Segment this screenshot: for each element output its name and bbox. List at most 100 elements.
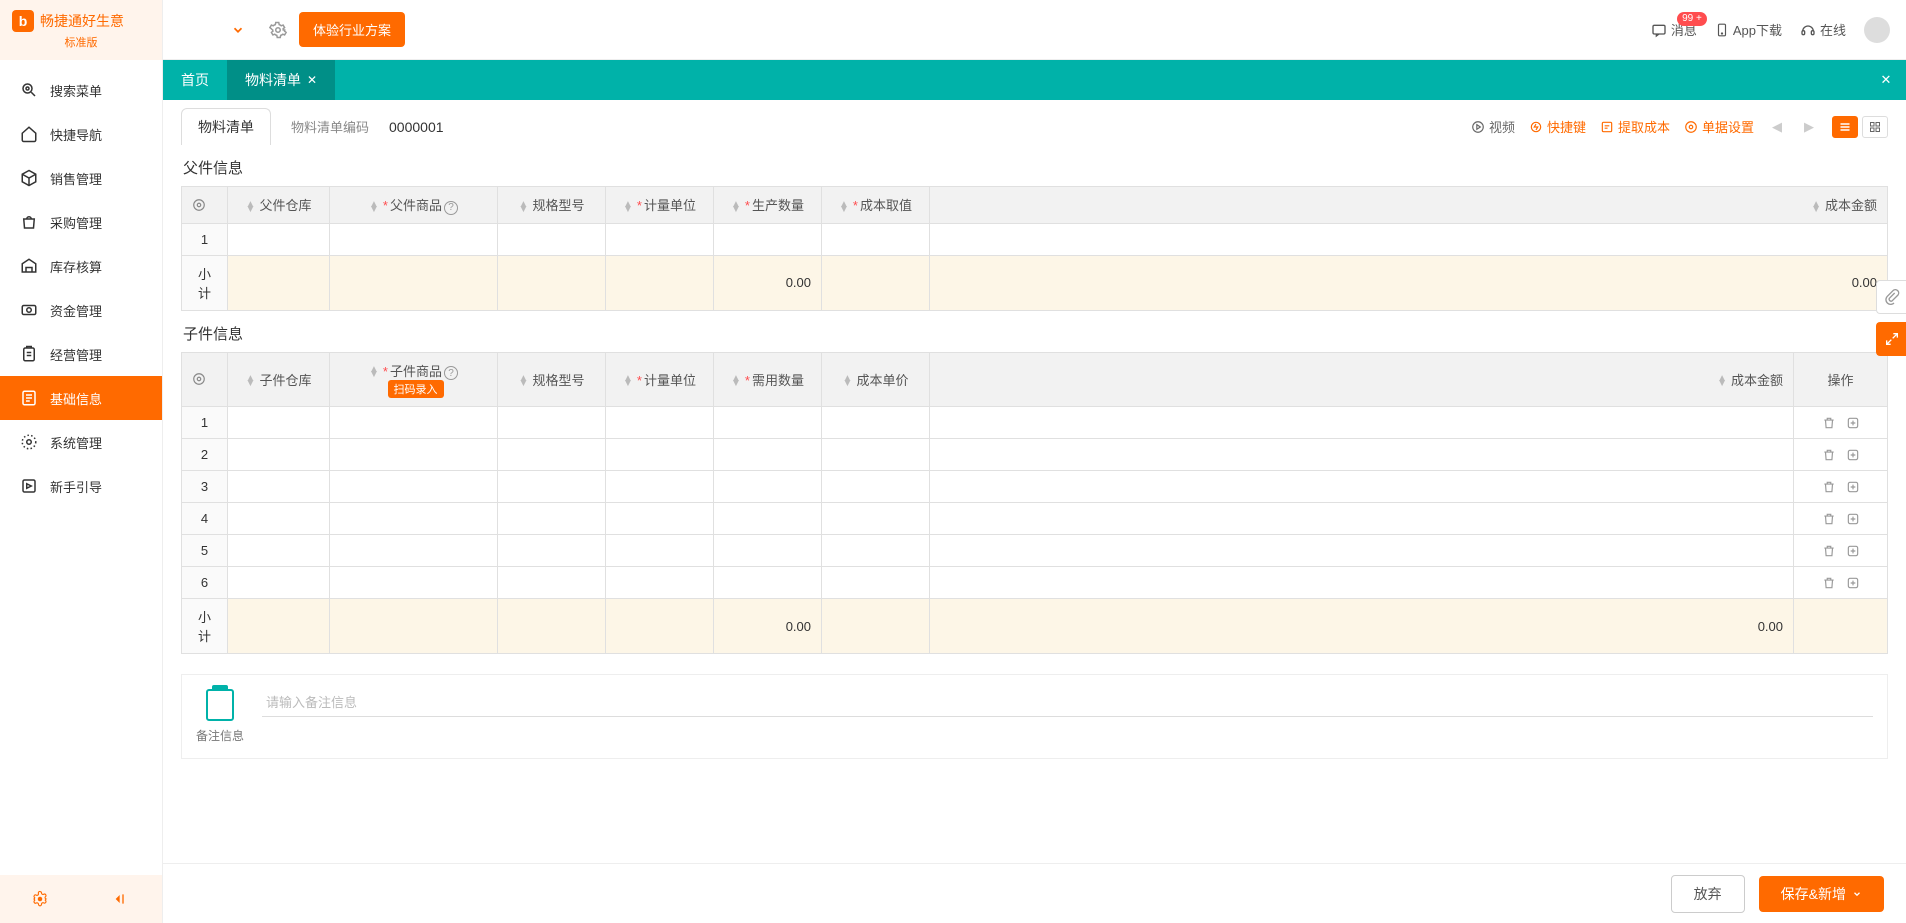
delete-row-icon[interactable] (1822, 416, 1836, 430)
settings-icon[interactable] (31, 890, 49, 908)
delete-row-icon[interactable] (1822, 480, 1836, 494)
toolbar-tab[interactable]: 物料清单 (181, 108, 271, 145)
attachment-floater[interactable] (1876, 280, 1906, 314)
help-icon[interactable]: ? (444, 366, 458, 380)
sidebar-item-guide[interactable]: 新手引导 (0, 464, 162, 508)
sort-icon: ▲▼ (731, 376, 741, 386)
scan-input-badge[interactable]: 扫码录入 (388, 380, 444, 398)
chevron-down-icon (231, 23, 245, 37)
column-config-icon[interactable] (182, 187, 228, 224)
child-col-unit[interactable]: ▲▼*计量单位 (606, 352, 714, 407)
child-col-warehouse[interactable]: ▲▼子件仓库 (228, 352, 330, 407)
video-link[interactable]: 视频 (1471, 117, 1515, 136)
child-col-qty[interactable]: ▲▼*需用数量 (714, 352, 822, 407)
child-col-amount[interactable]: ▲▼成本金额 (930, 352, 1794, 407)
prev-bill-icon[interactable]: ◀ (1768, 119, 1786, 135)
logo-icon: b (12, 10, 34, 32)
sidebar-item-quicknav[interactable]: 快捷导航 (0, 112, 162, 156)
discard-button[interactable]: 放弃 (1671, 875, 1745, 913)
save-new-button[interactable]: 保存&新增 (1759, 876, 1884, 912)
sidebar-item-basic[interactable]: 基础信息 (0, 376, 162, 420)
app-download-link[interactable]: App下载 (1715, 20, 1782, 39)
table-row[interactable]: 4 (182, 503, 1888, 535)
delete-row-icon[interactable] (1822, 448, 1836, 462)
header: 体验行业方案 消息 99 + App下载 在线 (163, 0, 1906, 60)
sidebar-item-label: 采购管理 (50, 213, 102, 232)
child-section-title: 子件信息 (181, 311, 1888, 352)
footer: 放弃 保存&新增 (163, 863, 1906, 923)
parent-col-unit[interactable]: ▲▼*计量单位 (606, 187, 714, 224)
sidebar-item-system[interactable]: 系统管理 (0, 420, 162, 464)
book-icon (20, 477, 38, 495)
messages-link[interactable]: 消息 99 + (1651, 20, 1697, 39)
table-row[interactable]: 6 (182, 567, 1888, 599)
view-grid-button[interactable] (1862, 116, 1888, 138)
sort-icon: ▲▼ (623, 202, 633, 212)
expand-floater[interactable] (1876, 322, 1906, 356)
parent-col-product[interactable]: ▲▼*父件商品? (330, 187, 498, 224)
remarks-label: 备注信息 (196, 727, 244, 744)
parent-col-qty[interactable]: ▲▼*生产数量 (714, 187, 822, 224)
warehouse-icon (20, 257, 38, 275)
column-config-icon[interactable] (182, 352, 228, 407)
sort-icon: ▲▼ (246, 202, 256, 212)
sidebar-item-funds[interactable]: 资金管理 (0, 288, 162, 332)
online-label: 在线 (1820, 20, 1846, 39)
experience-button[interactable]: 体验行业方案 (299, 12, 405, 47)
next-bill-icon[interactable]: ▶ (1800, 119, 1818, 135)
add-row-icon[interactable] (1846, 448, 1860, 462)
table-row[interactable]: 1 (182, 223, 1888, 255)
sort-icon: ▲▼ (369, 367, 379, 377)
parent-col-cost-method[interactable]: ▲▼*成本取值 (822, 187, 930, 224)
close-all-tabs[interactable]: ✕ (1866, 72, 1906, 88)
online-support-link[interactable]: 在线 (1800, 20, 1846, 39)
child-subtotal-amount: 0.00 (930, 599, 1794, 654)
table-row[interactable]: 5 (182, 535, 1888, 567)
parent-col-amount[interactable]: ▲▼成本金额 (930, 187, 1888, 224)
add-row-icon[interactable] (1846, 480, 1860, 494)
sidebar-menu: 搜索菜单 快捷导航 销售管理 采购管理 (0, 60, 162, 875)
header-gear-icon[interactable] (269, 21, 287, 39)
add-row-icon[interactable] (1846, 544, 1860, 558)
row-index: 5 (182, 535, 228, 567)
parent-col-spec[interactable]: ▲▼规格型号 (498, 187, 606, 224)
remarks-input[interactable] (262, 689, 1873, 717)
sidebar-item-manage[interactable]: 经营管理 (0, 332, 162, 376)
money-icon (20, 301, 38, 319)
child-subtotal-qty: 0.00 (714, 599, 822, 654)
table-row[interactable]: 2 (182, 439, 1888, 471)
toolbar: 物料清单 物料清单编码 0000001 视频 快捷键 提取成本 (163, 100, 1906, 145)
sidebar-item-search[interactable]: 搜索菜单 (0, 68, 162, 112)
child-col-product[interactable]: ▲▼*子件商品?扫码录入 (330, 352, 498, 407)
sidebar-item-inventory[interactable]: 库存核算 (0, 244, 162, 288)
close-icon[interactable]: ✕ (307, 73, 317, 87)
tab-label: 首页 (181, 70, 209, 90)
add-row-icon[interactable] (1846, 416, 1860, 430)
delete-row-icon[interactable] (1822, 512, 1836, 526)
user-avatar[interactable] (1864, 17, 1890, 43)
tab-home[interactable]: 首页 (163, 60, 227, 100)
tab-bom[interactable]: 物料清单 ✕ (227, 60, 335, 100)
table-row[interactable]: 3 (182, 471, 1888, 503)
delete-row-icon[interactable] (1822, 576, 1836, 590)
org-selector[interactable] (179, 17, 257, 43)
help-icon[interactable]: ? (444, 201, 458, 215)
shortcut-link[interactable]: 快捷键 (1529, 117, 1586, 136)
bag-icon (20, 213, 38, 231)
child-col-unit-cost[interactable]: ▲▼成本单价 (822, 352, 930, 407)
sort-icon: ▲▼ (519, 202, 529, 212)
parent-col-warehouse[interactable]: ▲▼父件仓库 (228, 187, 330, 224)
sidebar-item-label: 快捷导航 (50, 125, 102, 144)
extract-cost-link[interactable]: 提取成本 (1600, 117, 1670, 136)
child-col-spec[interactable]: ▲▼规格型号 (498, 352, 606, 407)
collapse-icon[interactable] (111, 891, 131, 907)
add-row-icon[interactable] (1846, 576, 1860, 590)
sidebar-item-sales[interactable]: 销售管理 (0, 156, 162, 200)
sidebar-item-purchase[interactable]: 采购管理 (0, 200, 162, 244)
table-row[interactable]: 1 (182, 407, 1888, 439)
view-list-button[interactable] (1832, 116, 1858, 138)
delete-row-icon[interactable] (1822, 544, 1836, 558)
sidebar-item-label: 搜索菜单 (50, 81, 102, 100)
add-row-icon[interactable] (1846, 512, 1860, 526)
bill-settings-link[interactable]: 单据设置 (1684, 117, 1754, 136)
